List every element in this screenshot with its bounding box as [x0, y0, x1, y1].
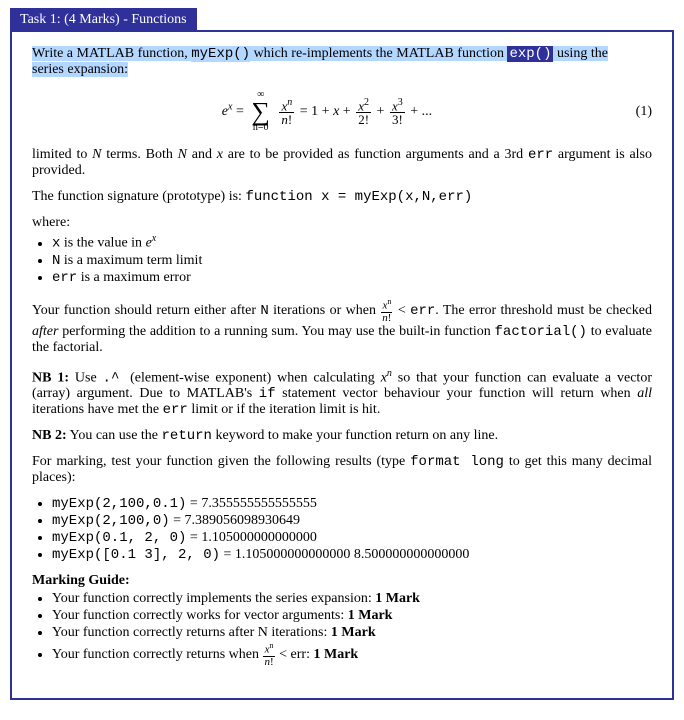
list-item: myExp(0.1, 2, 0) = 1.105000000000000 [52, 530, 652, 546]
intro-paragraph: Write a MATLAB function, myExp() which r… [32, 46, 652, 78]
return-paragraph: Your function should return either after… [32, 298, 652, 356]
list-item: Your function correctly returns after N … [52, 625, 652, 641]
equation: ex = ∞ ∑ n=0 xn n! = 1 + x + x2 2! + x3 [32, 90, 652, 133]
task-box: Write a MATLAB function, myExp() which r… [10, 30, 674, 700]
list-item: Your function correctly returns when xnn… [52, 642, 652, 668]
where-label: where: [32, 215, 652, 231]
marking-intro: For marking, test your function given th… [32, 454, 652, 486]
list-item: myExp(2,100,0) = 7.389056098930649 [52, 513, 652, 529]
page: Task 1: (4 Marks) - Functions Write a MA… [0, 0, 684, 720]
list-item: Your function correctly works for vector… [52, 608, 652, 624]
signature-paragraph: The function signature (prototype) is: f… [32, 189, 652, 205]
list-item: Your function correctly implements the s… [52, 591, 652, 607]
marking-guide-list: Your function correctly implements the s… [52, 591, 652, 668]
examples-list: myExp(2,100,0.1) = 7.355555555555555 myE… [52, 496, 652, 563]
list-item: myExp([0.1 3], 2, 0) = 1.105000000000000… [52, 547, 652, 563]
list-item: N is a maximum term limit [52, 253, 652, 269]
list-item: myExp(2,100,0.1) = 7.355555555555555 [52, 496, 652, 512]
nb2-paragraph: NB 2: You can use the return keyword to … [32, 428, 652, 444]
equation-number: (1) [622, 104, 652, 120]
limited-paragraph: limited to N terms. Both N and x are to … [32, 147, 652, 179]
marking-guide-title: Marking Guide: [32, 573, 652, 589]
list-item: err is a maximum error [52, 270, 652, 286]
where-list: x is the value in ex N is a maximum term… [52, 233, 652, 286]
list-item: x is the value in ex [52, 233, 652, 252]
nb1-paragraph: NB 1: Use .^ (element-wise exponent) whe… [32, 368, 652, 419]
equation-body: ex = ∞ ∑ n=0 xn n! = 1 + x + x2 2! + x3 [32, 90, 622, 133]
task-tab: Task 1: (4 Marks) - Functions [10, 8, 197, 32]
